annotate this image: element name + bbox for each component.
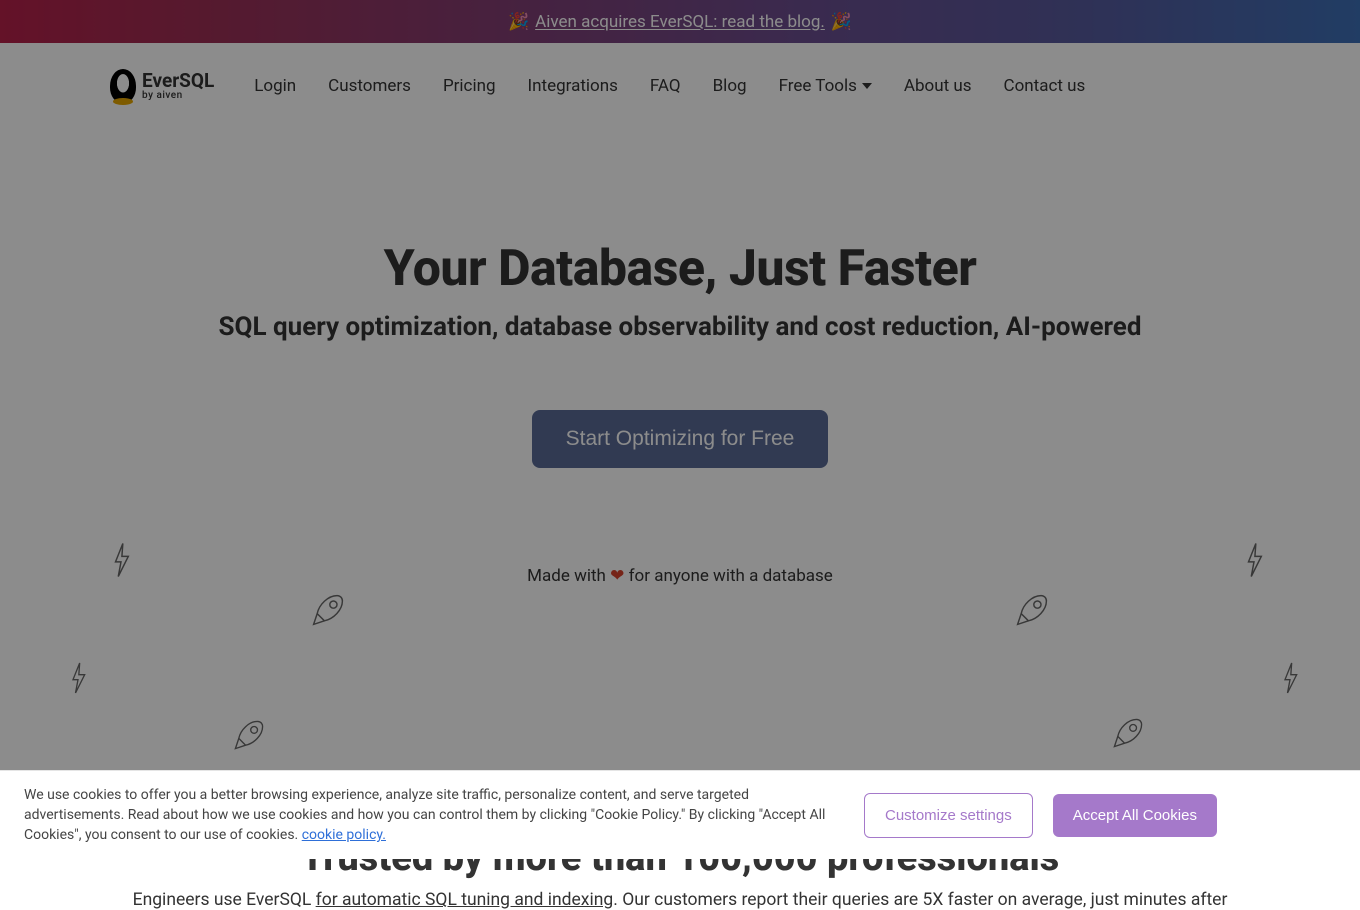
- rocket-icon: [1014, 592, 1050, 628]
- announcement-banner[interactable]: 🎉 Aiven acquires EverSQL: read the blog.…: [0, 0, 1360, 43]
- navbar: EverSQL by aiven Login Customers Pricing…: [0, 43, 1360, 128]
- nav-items: Login Customers Pricing Integrations FAQ…: [254, 76, 1085, 96]
- logo[interactable]: EverSQL by aiven: [110, 69, 214, 103]
- penguin-icon: [110, 69, 136, 103]
- nav-pricing[interactable]: Pricing: [443, 76, 496, 96]
- lightning-bolt-icon: [1243, 540, 1265, 580]
- lightning-bolt-icon: [1280, 660, 1300, 696]
- trusted-sub-suffix: . Our customers report their queries are…: [613, 890, 1227, 910]
- nav-free-tools-label: Free Tools: [779, 76, 857, 96]
- logo-name: EverSQL: [142, 71, 214, 90]
- chevron-down-icon: [862, 83, 872, 89]
- nav-customers[interactable]: Customers: [328, 76, 411, 96]
- trusted-subtext: Engineers use EverSQL for automatic SQL …: [0, 890, 1360, 910]
- nav-integrations[interactable]: Integrations: [528, 76, 618, 96]
- nav-faq[interactable]: FAQ: [650, 76, 681, 96]
- nav-login[interactable]: Login: [254, 76, 296, 96]
- cookie-body: We use cookies to offer you a better bro…: [24, 787, 825, 844]
- heart-icon: ❤: [610, 566, 624, 586]
- cta-start-optimizing[interactable]: Start Optimizing for Free: [532, 410, 829, 468]
- party-popper-icon: 🎉: [508, 12, 529, 32]
- made-with-text: Made with ❤ for anyone with a database: [0, 566, 1360, 586]
- nav-free-tools[interactable]: Free Tools: [779, 76, 872, 96]
- trusted-sub-link[interactable]: for automatic SQL tuning and indexing: [316, 890, 614, 910]
- cookie-policy-link[interactable]: cookie policy.: [302, 827, 386, 843]
- lightning-bolt-icon: [68, 660, 88, 696]
- hero-headline: Your Database, Just Faster: [0, 240, 1360, 298]
- nav-blog[interactable]: Blog: [713, 76, 747, 96]
- trusted-sub-prefix: Engineers use EverSQL: [133, 890, 316, 910]
- made-with-prefix: Made with: [527, 566, 610, 586]
- announcement-text[interactable]: Aiven acquires EverSQL: read the blog.: [535, 12, 825, 32]
- nav-about-us[interactable]: About us: [904, 76, 972, 96]
- made-with-suffix: for anyone with a database: [624, 566, 832, 586]
- lightning-bolt-icon: [110, 540, 132, 580]
- cookie-accept-button[interactable]: Accept All Cookies: [1053, 794, 1217, 837]
- cookie-text: We use cookies to offer you a better bro…: [24, 785, 844, 846]
- party-popper-icon: 🎉: [831, 12, 852, 32]
- hero: Your Database, Just Faster SQL query opt…: [0, 240, 1360, 790]
- rocket-icon: [1111, 716, 1145, 750]
- rocket-icon: [310, 592, 346, 628]
- cookie-customize-button[interactable]: Customize settings: [864, 793, 1033, 838]
- nav-contact-us[interactable]: Contact us: [1004, 76, 1086, 96]
- rocket-icon: [232, 718, 266, 752]
- cookie-banner: We use cookies to offer you a better bro…: [0, 770, 1360, 859]
- hero-subheadline: SQL query optimization, database observa…: [0, 312, 1360, 342]
